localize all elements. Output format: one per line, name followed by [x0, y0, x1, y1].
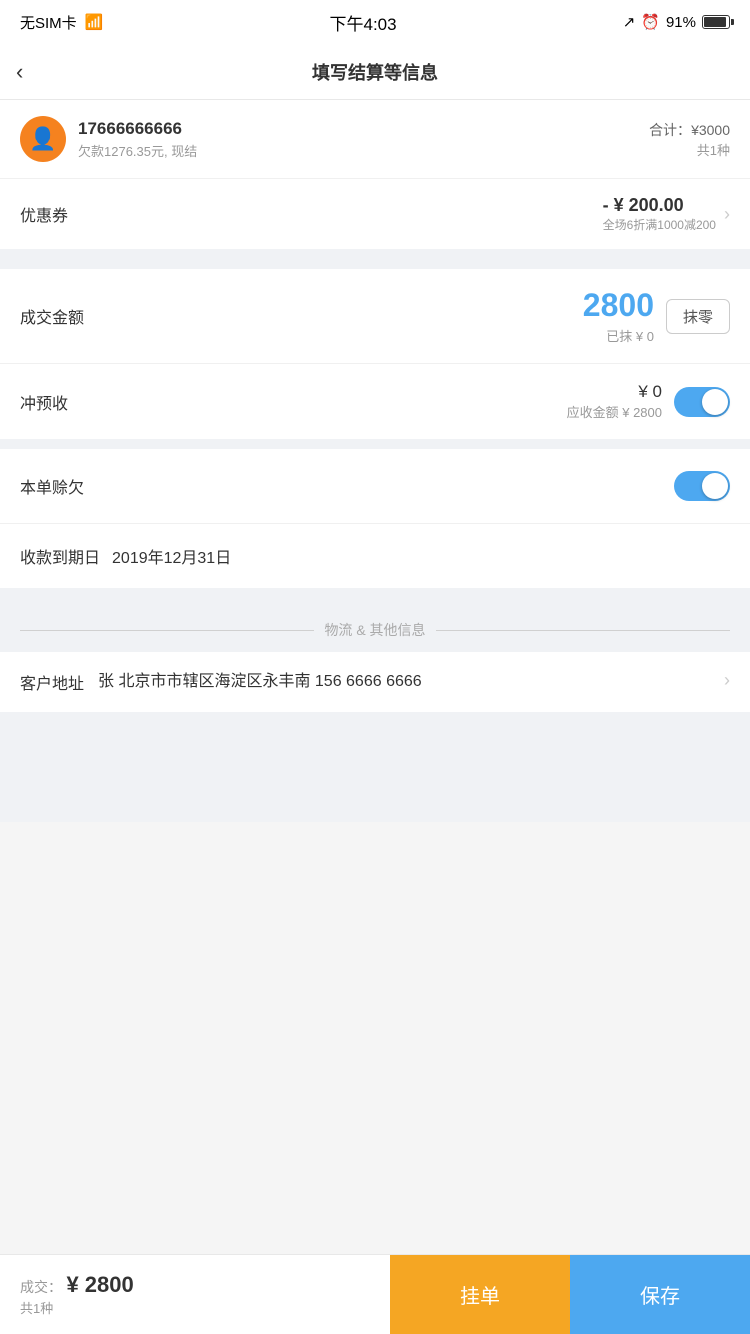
address-chevron-icon: ›: [724, 670, 730, 691]
total-count: 共1种: [649, 140, 730, 159]
address-card: 客户地址 张 北京市市辖区海淀区永丰南 156 6666 6666 ›: [0, 652, 750, 712]
prepay-right: ¥ 0 应收金额 ¥ 2800: [567, 382, 730, 421]
due-label: 收款到期日: [20, 544, 100, 568]
debt-toggle[interactable]: [674, 471, 730, 501]
debt-label: 本单赊欠: [20, 474, 84, 498]
customer-row: 👤 17666666666 欠款1276.35元, 现结 合计：¥3000 共1…: [0, 100, 750, 178]
carrier-text: 无SIM卡: [20, 12, 77, 33]
debt-toggle-knob: [702, 473, 728, 499]
customer-left: 👤 17666666666 欠款1276.35元, 现结: [20, 116, 197, 162]
address-label: 客户地址: [20, 670, 90, 694]
battery-icon: [702, 15, 730, 29]
prepay-value: ¥ 0: [567, 382, 662, 402]
prepay-sub: 应收金额 ¥ 2800: [567, 402, 662, 421]
page-title: 填写结算等信息: [312, 59, 438, 85]
coupon-label: 优惠券: [20, 202, 68, 226]
prepay-amount: ¥ 0 应收金额 ¥ 2800: [567, 382, 662, 421]
amount-row: 成交金额 2800 已抹 ¥ 0 抹零: [0, 269, 750, 364]
logistics-header: 物流 & 其他信息: [0, 608, 750, 652]
round-button[interactable]: 抹零: [666, 299, 730, 334]
status-time: 下午4:03: [329, 10, 396, 35]
amount-label: 成交金额: [20, 304, 84, 328]
coupon-desc: 全场6折满1000减200: [603, 216, 716, 233]
hang-button[interactable]: 挂单: [390, 1255, 570, 1334]
bottom-summary: 成交： ¥ 2800 共1种: [0, 1272, 390, 1317]
prepay-label: 冲预收: [20, 390, 68, 414]
bottom-deal-label: 成交：: [20, 1279, 62, 1295]
content: 👤 17666666666 欠款1276.35元, 现结 合计：¥3000 共1…: [0, 100, 750, 822]
coupon-row[interactable]: 优惠券 - ¥ 200.00 全场6折满1000减200 ›: [0, 178, 750, 249]
prepay-row: 冲预收 ¥ 0 应收金额 ¥ 2800: [0, 364, 750, 439]
debt-card: 本单赊欠 收款到期日 2019年12月31日: [0, 449, 750, 588]
logistics-line-left: [20, 630, 314, 631]
bottom-bar: 成交： ¥ 2800 共1种 挂单 保存: [0, 1254, 750, 1334]
battery-percent: 91%: [666, 14, 696, 31]
save-button[interactable]: 保存: [570, 1255, 750, 1334]
section-divider-2: [0, 439, 750, 449]
total-label: 合计：¥3000: [649, 120, 730, 140]
amount-value: 2800: [583, 287, 654, 324]
address-row[interactable]: 客户地址 张 北京市市辖区海淀区永丰南 156 6666 6666 ›: [0, 652, 750, 712]
customer-card: 👤 17666666666 欠款1276.35元, 现结 合计：¥3000 共1…: [0, 100, 750, 249]
bottom-spacer: [0, 722, 750, 822]
nav-bar: ‹ 填写结算等信息: [0, 44, 750, 100]
logistics-label: 物流 & 其他信息: [324, 620, 425, 640]
status-right: ↗ ⏰ 91%: [623, 13, 730, 31]
bottom-count: 共1种: [20, 1298, 370, 1317]
back-button[interactable]: ‹: [16, 59, 23, 85]
customer-name: 17666666666: [78, 119, 197, 139]
toggle-knob: [702, 389, 728, 415]
debt-row: 本单赊欠: [0, 449, 750, 523]
section-divider-1: [0, 259, 750, 269]
prepay-toggle[interactable]: [674, 387, 730, 417]
amount-right: 2800 已抹 ¥ 0 抹零: [583, 287, 730, 345]
alarm-icon: ⏰: [641, 13, 660, 31]
avatar: 👤: [20, 116, 66, 162]
customer-info: 17666666666 欠款1276.35元, 现结: [78, 119, 197, 160]
amount-sub: 已抹 ¥ 0: [583, 326, 654, 345]
customer-right: 合计：¥3000 共1种: [649, 120, 730, 159]
amount-section: 成交金额 2800 已抹 ¥ 0 抹零 冲预收 ¥ 0 应收金额 ¥ 2800: [0, 269, 750, 439]
due-row: 收款到期日 2019年12月31日: [0, 523, 750, 588]
coupon-value-wrapper: - ¥ 200.00 全场6折满1000减200: [603, 195, 716, 233]
location-icon: ↗: [623, 13, 636, 31]
due-date: 2019年12月31日: [112, 544, 231, 568]
amount-value-wrapper: 2800 已抹 ¥ 0: [583, 287, 654, 345]
status-left: 无SIM卡 📶: [20, 12, 103, 33]
section-divider-3: [0, 598, 750, 608]
logistics-line-right: [436, 630, 730, 631]
coupon-chevron-icon: ›: [724, 204, 730, 225]
wifi-icon: 📶: [85, 13, 104, 31]
status-bar: 无SIM卡 📶 下午4:03 ↗ ⏰ 91%: [0, 0, 750, 44]
address-value: 张 北京市市辖区海淀区永丰南 156 6666 6666: [98, 670, 716, 694]
coupon-amount: - ¥ 200.00: [603, 195, 716, 216]
coupon-right: - ¥ 200.00 全场6折满1000减200 ›: [603, 195, 730, 233]
bottom-amount: ¥ 2800: [66, 1272, 133, 1297]
customer-desc: 欠款1276.35元, 现结: [78, 141, 197, 160]
bottom-deal-row: 成交： ¥ 2800: [20, 1272, 370, 1298]
